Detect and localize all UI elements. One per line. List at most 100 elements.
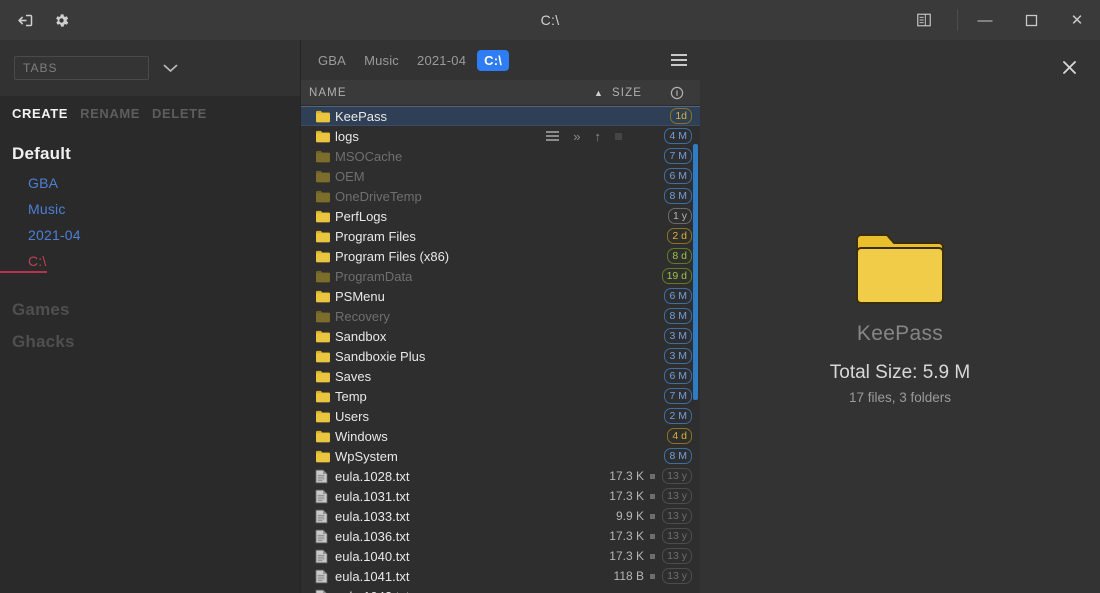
table-row[interactable]: logs » ↑ 4 M: [301, 126, 700, 146]
breadcrumb-2021-04[interactable]: 2021-04: [410, 50, 473, 71]
minimize-button[interactable]: —: [962, 0, 1008, 40]
folder-icon: [315, 290, 335, 303]
row-size: 17.3 K: [609, 529, 644, 543]
row-date-badge: 7 M: [658, 387, 692, 405]
row-date-badge: 2 d: [658, 227, 692, 245]
table-row[interactable]: Program Files (x86) 8 d: [301, 246, 700, 266]
row-date-badge: 19 d: [658, 267, 692, 285]
info-icon[interactable]: [670, 86, 692, 100]
table-row[interactable]: PSMenu 6 M: [301, 286, 700, 306]
folder-icon: [315, 390, 335, 403]
row-date-badge: 13 y: [658, 507, 692, 525]
delete-button[interactable]: DELETE: [152, 106, 207, 121]
exit-arrow-icon[interactable]: [10, 5, 40, 35]
rename-button[interactable]: RENAME: [80, 106, 140, 121]
title-bar-left-icons: [0, 5, 76, 35]
table-row[interactable]: eula.1028.txt 17.3 K 13 y: [301, 466, 700, 486]
square-icon[interactable]: [615, 132, 622, 140]
bookmark-group-default[interactable]: Default: [0, 138, 300, 170]
double-chevron-right-icon[interactable]: »: [573, 130, 580, 143]
panel-toggle-icon[interactable]: [901, 0, 947, 40]
preview-content: KeePass Total Size: 5.9 M 17 files, 3 fo…: [700, 40, 1100, 593]
row-name: Sandbox: [335, 328, 387, 344]
maximize-button[interactable]: [1008, 0, 1054, 40]
sidebar-item-gba[interactable]: GBA: [0, 170, 58, 196]
row-size: 118 B: [613, 569, 644, 583]
table-row[interactable]: Temp 7 M: [301, 386, 700, 406]
row-marker: [646, 573, 658, 579]
table-row[interactable]: KeePass 1d: [301, 106, 700, 126]
row-date-badge: 6 M: [658, 287, 692, 305]
folder-icon: [315, 270, 335, 283]
folder-icon: [315, 250, 335, 263]
close-button[interactable]: ✕: [1054, 0, 1100, 40]
row-name: PerfLogs: [335, 208, 388, 224]
row-name: eula.1033.txt: [335, 508, 410, 524]
row-date-badge: 4 d: [658, 427, 692, 445]
table-row[interactable]: Users 2 M: [301, 406, 700, 426]
table-row[interactable]: MSOCache 7 M: [301, 146, 700, 166]
table-row[interactable]: Sandboxie Plus 3 M: [301, 346, 700, 366]
row-date-badge: 6 M: [658, 167, 692, 185]
title-bar: C:\ — ✕: [0, 0, 1100, 40]
table-row[interactable]: OneDriveTemp 8 M: [301, 186, 700, 206]
table-row[interactable]: PerfLogs 1 y: [301, 206, 700, 226]
table-row[interactable]: ProgramData 19 d: [301, 266, 700, 286]
column-header-name[interactable]: NAME: [309, 87, 594, 99]
row-name: Sandboxie Plus: [335, 348, 426, 364]
breadcrumb-c-drive[interactable]: C:\: [477, 49, 510, 71]
tabs-input[interactable]: [14, 56, 149, 80]
breadcrumb-music[interactable]: Music: [357, 50, 406, 71]
table-row[interactable]: Windows 4 d: [301, 426, 700, 446]
breadcrumb-gba[interactable]: GBA: [311, 50, 353, 71]
preview-item-count: 17 files, 3 folders: [848, 390, 952, 405]
table-row[interactable]: WpSystem 8 M: [301, 446, 700, 466]
row-date-badge: 3 M: [658, 327, 692, 345]
row-date-badge: 1d: [658, 107, 692, 125]
table-row[interactable]: Recovery 8 M: [301, 306, 700, 326]
table-row[interactable]: OEM 6 M: [301, 166, 700, 186]
row-name: PSMenu: [335, 288, 385, 304]
folder-icon: [315, 210, 335, 223]
row-date-badge: 13 y: [658, 567, 692, 585]
table-row[interactable]: eula.1040.txt 17.3 K 13 y: [301, 546, 700, 566]
sidebar-item-2021-04[interactable]: 2021-04: [0, 222, 81, 248]
vertical-scrollbar[interactable]: [693, 144, 698, 400]
file-panel: GBA Music 2021-04 C:\ NAME ▲ SIZE KeePas…: [300, 40, 700, 593]
arrow-up-icon[interactable]: ↑: [595, 130, 602, 143]
table-row[interactable]: Saves 6 M: [301, 366, 700, 386]
sidebar-item-c-drive[interactable]: C:\: [0, 248, 47, 273]
folder-icon: [315, 350, 335, 363]
breadcrumb: GBA Music 2021-04 C:\: [301, 40, 700, 80]
row-name: eula.1036.txt: [335, 528, 410, 544]
chevron-down-icon[interactable]: [157, 59, 184, 77]
tab-actions-row: CREATE RENAME DELETE: [0, 96, 300, 130]
row-name: Users: [335, 408, 369, 424]
table-row[interactable]: eula.1033.txt 9.9 K 13 y: [301, 506, 700, 526]
window-controls-divider: [957, 9, 958, 31]
row-name: Saves: [335, 368, 372, 384]
bookmark-group-games[interactable]: Games: [0, 294, 300, 326]
list-lines-icon[interactable]: [546, 130, 560, 142]
row-name: eula.1031.txt: [335, 488, 410, 504]
sidebar: CREATE RENAME DELETE Default GBA Music 2…: [0, 40, 300, 593]
row-date-badge: 1 y: [658, 207, 692, 225]
hamburger-menu-icon[interactable]: [666, 47, 692, 73]
sidebar-item-music[interactable]: Music: [0, 196, 66, 222]
column-header-size[interactable]: SIZE: [612, 87, 670, 99]
folder-icon: [315, 310, 335, 323]
gear-icon[interactable]: [46, 5, 76, 35]
close-icon[interactable]: [1056, 54, 1082, 80]
table-row[interactable]: eula.1031.txt 17.3 K 13 y: [301, 486, 700, 506]
row-hover-actions: » ↑: [546, 126, 622, 146]
bookmark-group-ghacks[interactable]: Ghacks: [0, 326, 300, 358]
table-row[interactable]: eula.1036.txt 17.3 K 13 y: [301, 526, 700, 546]
table-row[interactable]: Sandbox 3 M: [301, 326, 700, 346]
file-list[interactable]: KeePass 1d logs » ↑ 4 M MSOCache 7 M OEM 6 …: [301, 106, 700, 593]
table-row[interactable]: eula.1042.txt: [301, 586, 700, 593]
create-button[interactable]: CREATE: [12, 106, 68, 121]
sort-ascending-icon[interactable]: ▲: [594, 88, 604, 98]
table-row[interactable]: eula.1041.txt 118 B 13 y: [301, 566, 700, 586]
table-row[interactable]: Program Files 2 d: [301, 226, 700, 246]
folder-icon: [315, 150, 335, 163]
